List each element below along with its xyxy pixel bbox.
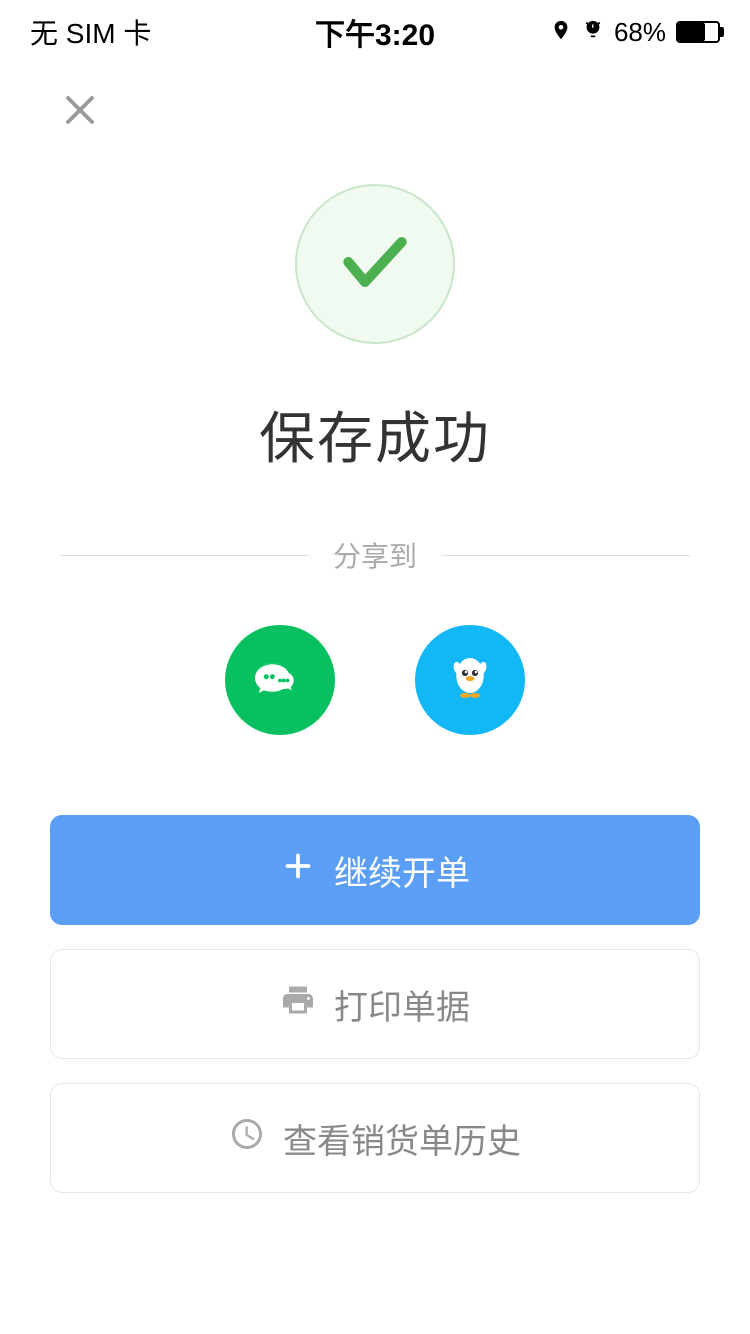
status-time: 下午3:20 — [315, 10, 435, 54]
status-bar: 无 SIM 卡 下午3:20 68% — [0, 0, 750, 64]
divider-line-left — [60, 555, 309, 556]
share-icons-container — [225, 625, 525, 735]
battery-percentage: 68% — [614, 17, 666, 48]
success-title: 保存成功 — [259, 394, 491, 475]
wechat-share-button[interactable] — [225, 625, 335, 735]
carrier-text: 无 SIM 卡 — [30, 12, 151, 52]
divider-line-right — [441, 555, 690, 556]
history-button-label: 查看销货单历史 — [283, 1114, 521, 1163]
close-button[interactable] — [50, 80, 110, 140]
status-left: 无 SIM 卡 — [30, 12, 163, 52]
qq-share-button[interactable] — [415, 625, 525, 735]
continue-button[interactable]: 继续开单 — [50, 815, 700, 925]
wechat-icon — [250, 648, 310, 713]
alarm-icon — [582, 17, 604, 48]
print-button-label: 打印单据 — [334, 980, 470, 1029]
share-label: 分享到 — [309, 535, 441, 575]
continue-button-label: 继续开单 — [334, 846, 470, 895]
success-icon-container — [295, 184, 455, 344]
clock-icon — [229, 1116, 265, 1161]
battery-indicator — [676, 21, 720, 43]
print-button[interactable]: 打印单据 — [50, 949, 700, 1059]
main-content: 保存成功 分享到 — [0, 64, 750, 1193]
action-buttons: 继续开单 打印单据 查看销货单历史 — [0, 815, 750, 1193]
qq-icon — [440, 648, 500, 713]
plus-icon — [280, 848, 316, 893]
status-right: 68% — [550, 17, 720, 48]
print-icon — [280, 982, 316, 1027]
share-divider: 分享到 — [0, 535, 750, 575]
checkmark-icon — [335, 222, 415, 307]
history-button[interactable]: 查看销货单历史 — [50, 1083, 700, 1193]
location-icon — [550, 17, 572, 48]
